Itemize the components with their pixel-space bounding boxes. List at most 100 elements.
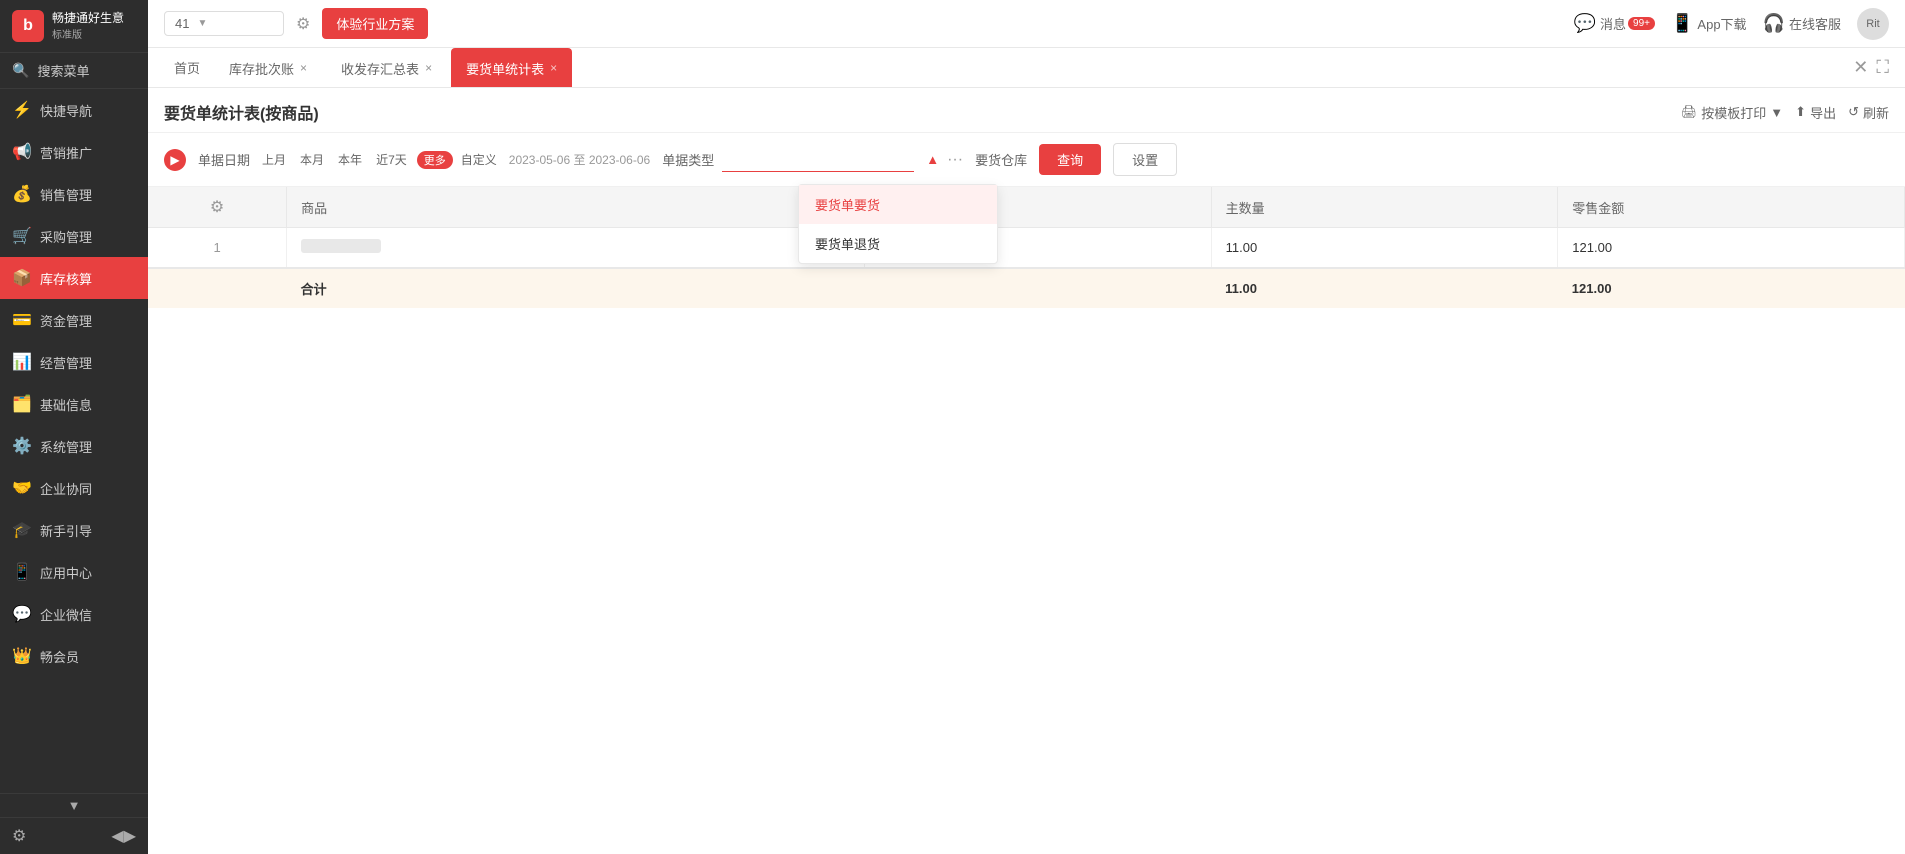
collapse-icon[interactable]: ◀▶ [111, 826, 136, 846]
tabs-bar: 首页 库存批次账 × 收发存汇总表 × 要货单统计表 × ✕ ⛶ [148, 48, 1905, 88]
date-this-year-btn[interactable]: 本年 [334, 149, 366, 170]
app-version: 标准版 [52, 26, 124, 41]
tabs-actions: ✕ ⛶ [1853, 57, 1889, 78]
tab-close-icon[interactable]: × [300, 61, 307, 75]
sidebar-item-inventory[interactable]: 📦 库存核算 [0, 257, 148, 299]
sidebar-item-cooperation[interactable]: 🤝 企业协同 [0, 467, 148, 509]
tab-recv-summary[interactable]: 收发存汇总表 × [326, 48, 447, 87]
app-download-button[interactable]: 📱 App下载 [1671, 13, 1747, 34]
sidebar-item-finance[interactable]: 💳 资金管理 [0, 299, 148, 341]
content-area: 要货单统计表(按商品) 🖨 按模板打印 ▼ ⬆ 导出 ↺ 刷新 [148, 88, 1905, 854]
promo-button[interactable]: 体验行业方案 [322, 8, 428, 39]
main-area: 41 ▼ ⚙ 体验行业方案 💬 消息 99+ 📱 App下载 🎧 在线客服 Ri… [148, 0, 1905, 854]
store-selector[interactable]: 41 ▼ [164, 11, 284, 36]
date-this-month-btn[interactable]: 本月 [296, 149, 328, 170]
sidebar-item-purchase[interactable]: 🛒 采购管理 [0, 215, 148, 257]
tab-label: 要货单统计表 [466, 59, 544, 78]
type-chevron-up-icon[interactable]: ▲ [926, 152, 939, 167]
sidebar-item-basic-info[interactable]: 🗂️ 基础信息 [0, 383, 148, 425]
export-button[interactable]: ⬆ 导出 [1795, 103, 1836, 122]
messages-badge: 99+ [1628, 17, 1655, 30]
purchase-icon: 🛒 [12, 226, 32, 246]
guide-icon: 🎓 [12, 520, 32, 540]
refresh-button[interactable]: ↺ 刷新 [1848, 103, 1889, 122]
date-range-display: 2023-05-06 至 2023-06-06 [509, 151, 650, 168]
data-table: ⚙ 商品 主计量单位 主数量 零售金额 1 [148, 187, 1905, 308]
sidebar-search[interactable]: 🔍 搜索菜单 [0, 53, 148, 89]
dropdown-item-return[interactable]: 要货单退货 [799, 224, 997, 263]
tab-close-icon[interactable]: × [425, 61, 432, 75]
sidebar-item-marketing[interactable]: 📢 营销推广 [0, 131, 148, 173]
sidebar-footer: ⚙ ◀▶ [0, 817, 148, 854]
sidebar-item-app-center[interactable]: 📱 应用中心 [0, 551, 148, 593]
cooperation-icon: 🤝 [12, 478, 32, 498]
sidebar-scroll-down[interactable]: ▼ [0, 793, 148, 817]
product-name-placeholder [301, 239, 381, 253]
date-custom-btn[interactable]: 自定义 [461, 151, 497, 168]
page-header: 要货单统计表(按商品) 🖨 按模板打印 ▼ ⬆ 导出 ↺ 刷新 [148, 88, 1905, 133]
sidebar-logo-text-block: 畅捷通好生意 标准版 [52, 11, 124, 42]
expand-icon[interactable]: ⛶ [1876, 57, 1889, 78]
settings-icon[interactable]: ⚙ [12, 826, 26, 846]
table-row: 1 块 11.00 121.00 [148, 228, 1905, 269]
sidebar-item-label: 采购管理 [40, 227, 92, 246]
page-actions: 🖨 按模板打印 ▼ ⬆ 导出 ↺ 刷新 [1681, 103, 1889, 122]
settings-button[interactable]: 设置 [1113, 143, 1177, 176]
date-last-month-btn[interactable]: 上月 [258, 149, 290, 170]
quick-nav-icon: ⚡ [12, 100, 32, 120]
type-filter-group: 单据类型 ▲ ··· [662, 148, 963, 172]
print-template-button[interactable]: 🖨 按模板打印 ▼ [1681, 103, 1783, 122]
footer-label: 合计 [287, 268, 865, 308]
tab-close-icon[interactable]: × [550, 61, 557, 75]
sidebar-item-system[interactable]: ⚙️ 系统管理 [0, 425, 148, 467]
cell-qty: 11.00 [1211, 228, 1558, 269]
query-button[interactable]: 查询 [1039, 144, 1101, 175]
user-avatar[interactable]: Rit [1857, 8, 1889, 40]
date-more-btn[interactable]: 更多 [417, 151, 453, 169]
warehouse-filter-group: 要货仓库 [975, 150, 1027, 169]
filter-toggle-button[interactable]: ▶ [164, 149, 186, 171]
type-more-icon[interactable]: ··· [947, 151, 963, 169]
type-filter-input[interactable] [722, 148, 914, 172]
tab-home[interactable]: 首页 [164, 52, 210, 83]
sidebar: b 畅捷通好生意 标准版 🔍 搜索菜单 ⚡ 快捷导航 📢 营销推广 💰 销售管理… [0, 0, 148, 854]
page-title: 要货单统计表(按商品) [164, 100, 319, 124]
tab-inventory-batch[interactable]: 库存批次账 × [214, 48, 322, 87]
sidebar-item-label: 库存核算 [40, 269, 92, 288]
messages-button[interactable]: 💬 消息 99+ [1574, 13, 1655, 34]
tab-order-summary[interactable]: 要货单统计表 × [451, 48, 572, 87]
online-service-button[interactable]: 🎧 在线客服 [1763, 13, 1841, 34]
col-header-settings[interactable]: ⚙ [148, 187, 287, 228]
col-header-product: 商品 [287, 187, 865, 228]
export-label: 导出 [1810, 103, 1836, 122]
sidebar-item-sales[interactable]: 💰 销售管理 [0, 173, 148, 215]
member-icon: 👑 [12, 646, 32, 666]
chevron-down-icon: ▼ [68, 798, 81, 813]
sidebar-item-label: 畅会员 [40, 647, 79, 666]
topbar-gear-icon[interactable]: ⚙ [296, 14, 310, 34]
sidebar-item-guide[interactable]: 🎓 新手引导 [0, 509, 148, 551]
table-settings-icon[interactable]: ⚙ [210, 199, 224, 216]
search-icon: 🔍 [12, 62, 29, 79]
cell-index: 1 [148, 228, 287, 269]
sidebar-item-quick-nav[interactable]: ⚡ 快捷导航 [0, 89, 148, 131]
sidebar-item-operations[interactable]: 📊 经营管理 [0, 341, 148, 383]
dropdown-item-purchase[interactable]: 要货单要货 [799, 185, 997, 224]
topbar-right: 💬 消息 99+ 📱 App下载 🎧 在线客服 Rit [1574, 8, 1889, 40]
cell-product [287, 228, 865, 269]
user-name: Rit [1866, 18, 1879, 30]
phone-icon: 📱 [1671, 13, 1693, 34]
sidebar-item-label: 系统管理 [40, 437, 92, 456]
marketing-icon: 📢 [12, 142, 32, 162]
close-all-tabs-icon[interactable]: ✕ [1853, 57, 1868, 78]
sidebar-item-member[interactable]: 👑 畅会员 [0, 635, 148, 677]
print-template-label: 按模板打印 [1701, 103, 1766, 122]
date-last-7-days-btn[interactable]: 近7天 [372, 149, 411, 170]
tab-label: 收发存汇总表 [341, 59, 419, 78]
sidebar-item-wechat[interactable]: 💬 企业微信 [0, 593, 148, 635]
operations-icon: 📊 [12, 352, 32, 372]
tab-label: 库存批次账 [229, 59, 294, 78]
sidebar-item-label: 资金管理 [40, 311, 92, 330]
sidebar-item-label: 经营管理 [40, 353, 92, 372]
page: 要货单统计表(按商品) 🖨 按模板打印 ▼ ⬆ 导出 ↺ 刷新 [148, 88, 1905, 854]
